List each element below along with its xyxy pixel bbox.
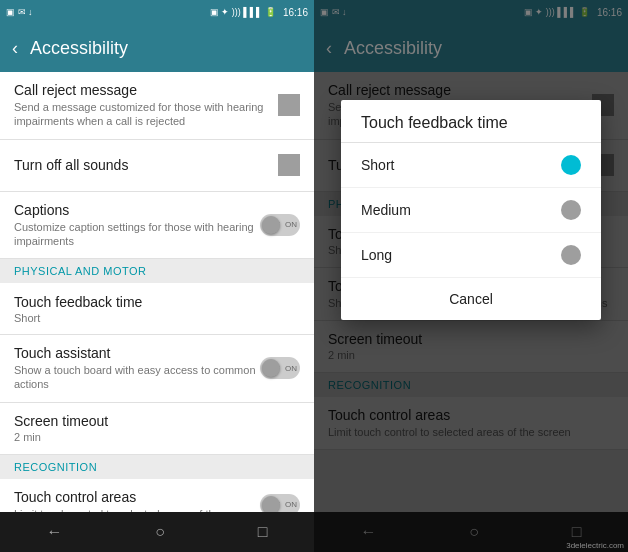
toggle-on-label3: ON: [285, 500, 297, 509]
captions-subtitle: Customize caption settings for those wit…: [14, 220, 260, 249]
dialog-option-medium[interactable]: Medium: [341, 188, 601, 233]
nav-recent-left[interactable]: □: [258, 523, 268, 541]
dialog-option-long-label: Long: [361, 247, 392, 263]
status-time-left: 16:16: [283, 7, 308, 18]
toolbar-left: ‹ Accessibility: [0, 24, 314, 72]
dialog-option-short-label: Short: [361, 157, 394, 173]
status-icons-left: ▣ ✉ ↓: [6, 7, 33, 17]
toolbar-title-left: Accessibility: [30, 38, 128, 59]
list-item-touch-feedback[interactable]: Touch feedback time Short: [0, 283, 314, 335]
touch-feedback-title: Touch feedback time: [14, 294, 300, 310]
touch-feedback-dialog: Touch feedback time Short Medium Long Ca…: [341, 100, 601, 320]
toggle-knob: [262, 216, 280, 234]
turn-off-sounds-checkbox[interactable]: [278, 154, 300, 176]
list-item-screen-timeout[interactable]: Screen timeout 2 min: [0, 403, 314, 455]
section-header-recognition: RECOGNITION: [0, 455, 314, 479]
screen-timeout-value: 2 min: [14, 431, 300, 443]
right-phone-panel: ▣ ✉ ↓ ▣ ✦ ))) ▌▌▌ 🔋 16:16 ‹ Accessibilit…: [314, 0, 628, 552]
list-item-touch-assistant[interactable]: Touch assistant Show a touch board with …: [0, 335, 314, 403]
dialog-option-long[interactable]: Long: [341, 233, 601, 278]
screen-timeout-title: Screen timeout: [14, 413, 300, 429]
touch-assistant-toggle[interactable]: OFF ON: [260, 357, 300, 379]
call-reject-title: Call reject message: [14, 82, 278, 98]
captions-toggle[interactable]: OFF ON: [260, 214, 300, 236]
back-button-left[interactable]: ‹: [12, 38, 18, 59]
dialog-title: Touch feedback time: [341, 100, 601, 143]
toggle-on-label2: ON: [285, 364, 297, 373]
touch-assistant-subtitle: Show a touch board with easy access to c…: [14, 363, 260, 392]
list-item-turn-off-sounds[interactable]: Turn off all sounds: [0, 140, 314, 192]
watermark: 3delelectric.com: [566, 541, 624, 550]
content-left: Call reject message Send a message custo…: [0, 72, 314, 512]
touch-assistant-title: Touch assistant: [14, 345, 260, 361]
left-phone-panel: ▣ ✉ ↓ ▣ ✦ ))) ▌▌▌ 🔋 16:16 ‹ Accessibilit…: [0, 0, 314, 552]
touch-control-title: Touch control areas: [14, 489, 260, 505]
turn-off-sounds-title: Turn off all sounds: [14, 157, 278, 173]
dialog-cancel-button[interactable]: Cancel: [341, 278, 601, 320]
captions-title: Captions: [14, 202, 260, 218]
dialog-option-medium-label: Medium: [361, 202, 411, 218]
nav-home-left[interactable]: ○: [155, 523, 165, 541]
status-bar-left: ▣ ✉ ↓ ▣ ✦ ))) ▌▌▌ 🔋 16:16: [0, 0, 314, 24]
list-item-call-reject[interactable]: Call reject message Send a message custo…: [0, 72, 314, 140]
dialog-option-short[interactable]: Short: [341, 143, 601, 188]
touch-control-toggle[interactable]: OFF ON: [260, 494, 300, 512]
status-icons-right: ▣ ✦ ))) ▌▌▌ 🔋 16:16: [210, 7, 308, 18]
dialog-radio-medium[interactable]: [561, 200, 581, 220]
dialog-cancel-label: Cancel: [449, 291, 493, 307]
nav-back-left[interactable]: ←: [46, 523, 62, 541]
call-reject-subtitle: Send a message customized for those with…: [14, 100, 278, 129]
toggle-knob2: [262, 359, 280, 377]
dialog-radio-long[interactable]: [561, 245, 581, 265]
toggle-on-label: ON: [285, 220, 297, 229]
toggle-knob3: [262, 496, 280, 512]
nav-bar-left: ← ○ □: [0, 512, 314, 552]
dialog-overlay: Touch feedback time Short Medium Long Ca…: [314, 0, 628, 552]
call-reject-checkbox[interactable]: [278, 94, 300, 116]
touch-feedback-value: Short: [14, 312, 300, 324]
dialog-radio-short[interactable]: [561, 155, 581, 175]
section-header-physical: PHYSICAL AND MOTOR: [0, 259, 314, 283]
list-item-touch-control[interactable]: Touch control areas Limit touch control …: [0, 479, 314, 512]
list-item-captions[interactable]: Captions Customize caption settings for …: [0, 192, 314, 260]
